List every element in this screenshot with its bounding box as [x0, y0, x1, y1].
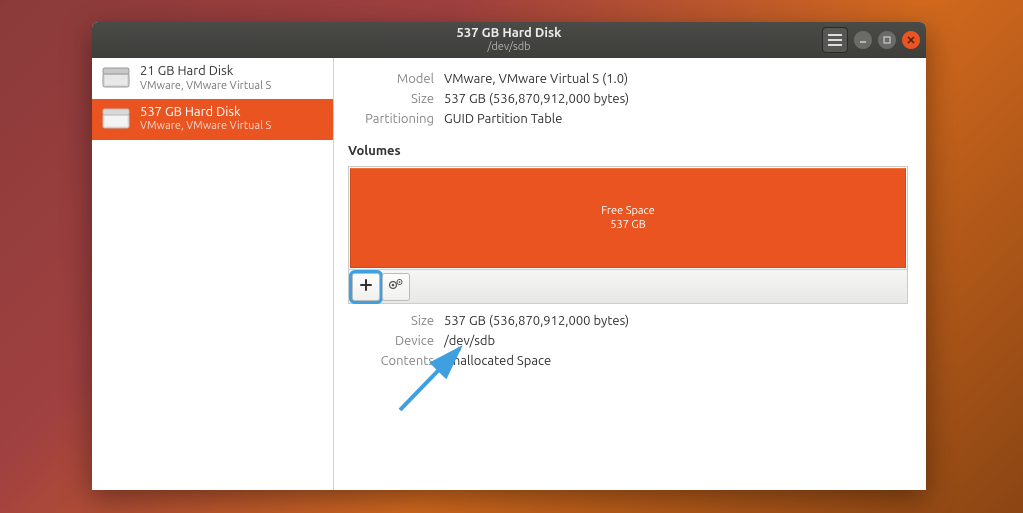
- partitioning-value: GUID Partition Table: [444, 112, 562, 126]
- partition-size: 537 GB: [610, 218, 645, 232]
- volumes-heading: Volumes: [348, 144, 908, 158]
- vol-device-label: Device: [348, 334, 444, 348]
- disk-title: 537 GB Hard Disk: [140, 105, 271, 121]
- hard-disk-icon: [102, 67, 130, 89]
- volume-toolbar: [349, 269, 907, 303]
- sidebar-disk-item[interactable]: 21 GB Hard Disk VMware, VMware Virtual S: [92, 58, 333, 99]
- hard-disk-icon: [102, 108, 130, 130]
- vol-device-value: /dev/sdb: [444, 334, 495, 348]
- content-area: 21 GB Hard Disk VMware, VMware Virtual S…: [92, 58, 926, 490]
- model-label: Model: [348, 72, 444, 86]
- maximize-button[interactable]: [878, 31, 896, 49]
- vol-size-value: 537 GB (536,870,912,000 bytes): [444, 314, 629, 328]
- model-value: VMware, VMware Virtual S (1.0): [444, 72, 628, 86]
- minimize-button[interactable]: [854, 31, 872, 49]
- disk-subtitle: VMware, VMware Virtual S: [140, 120, 271, 133]
- gears-icon: [388, 278, 404, 295]
- plus-icon: [359, 278, 373, 295]
- menu-button[interactable]: [822, 27, 848, 53]
- partitioning-label: Partitioning: [348, 112, 444, 126]
- main-panel: Model VMware, VMware Virtual S (1.0) Siz…: [334, 58, 926, 490]
- disk-title: 21 GB Hard Disk: [140, 64, 271, 80]
- volume-partition[interactable]: Free Space 537 GB: [350, 168, 906, 268]
- vol-contents-value: Unallocated Space: [444, 354, 551, 368]
- size-label: Size: [348, 92, 444, 106]
- disks-window: 537 GB Hard Disk /dev/sdb: [92, 22, 926, 490]
- partition-label: Free Space: [601, 204, 654, 218]
- sidebar-disk-item[interactable]: 537 GB Hard Disk VMware, VMware Virtual …: [92, 99, 333, 140]
- disk-subtitle: VMware, VMware Virtual S: [140, 80, 271, 93]
- vol-contents-label: Contents: [348, 354, 444, 368]
- window-title: 537 GB Hard Disk: [92, 26, 926, 42]
- partition-settings-button[interactable]: [382, 273, 410, 301]
- add-partition-button[interactable]: [352, 273, 380, 301]
- volumes-container: Free Space 537 GB: [348, 166, 908, 304]
- close-button[interactable]: [902, 31, 920, 49]
- vol-size-label: Size: [348, 314, 444, 328]
- disk-sidebar: 21 GB Hard Disk VMware, VMware Virtual S…: [92, 58, 334, 490]
- size-value: 537 GB (536,870,912,000 bytes): [444, 92, 629, 106]
- window-subtitle: /dev/sdb: [92, 41, 926, 54]
- titlebar: 537 GB Hard Disk /dev/sdb: [92, 22, 926, 58]
